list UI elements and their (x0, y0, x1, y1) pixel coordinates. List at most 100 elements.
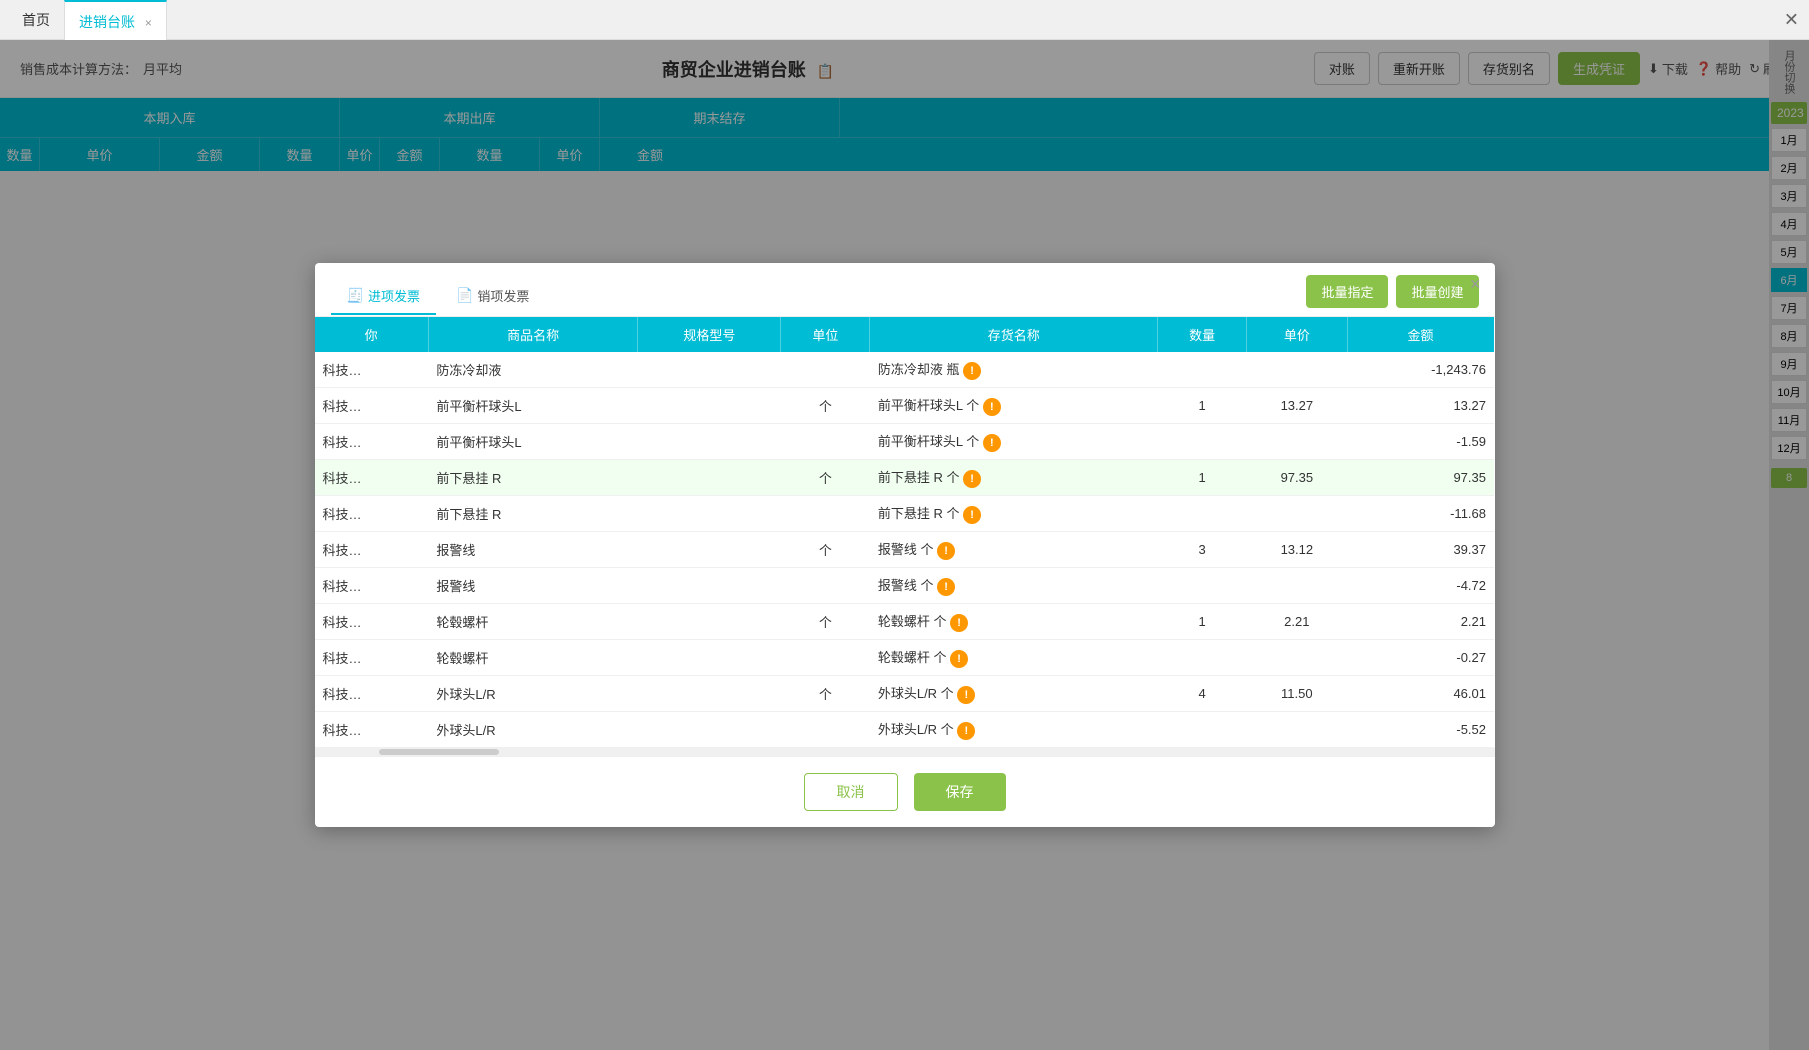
col-unit: 单位 (781, 317, 870, 352)
batch-assign-button[interactable]: 批量指定 (1306, 275, 1388, 308)
cell-inventory: 前平衡杆球头L 个 ! (870, 424, 1158, 460)
cell-unit (781, 424, 870, 460)
cell-inventory: 轮毂螺杆 个 ! (870, 640, 1158, 676)
cell-spec (638, 532, 781, 568)
cell-company: 科技… (315, 460, 429, 496)
table-row[interactable]: 科技… 前下悬挂 R 个 前下悬挂 R 个 ! 1 97.35 97.35 (315, 460, 1495, 496)
cell-quantity (1158, 424, 1247, 460)
col-product: 商品名称 (428, 317, 638, 352)
cell-product: 报警线 (428, 568, 638, 604)
col-quantity: 数量 (1158, 317, 1247, 352)
warning-icon: ! (963, 506, 981, 524)
cell-company: 科技… (315, 604, 429, 640)
cell-unit-price (1247, 640, 1347, 676)
cell-amount: 2.21 (1347, 604, 1494, 640)
cell-spec (638, 460, 781, 496)
tab-home[interactable]: 首页 (8, 0, 64, 40)
cell-spec (638, 388, 781, 424)
tab-ledger[interactable]: 进销台账 × (64, 0, 167, 40)
cell-quantity (1158, 496, 1247, 532)
cell-amount: 46.01 (1347, 676, 1494, 712)
scroll-bar[interactable] (315, 748, 1495, 756)
table-row[interactable]: 科技… 防冻冷却液 防冻冷却液 瓶 ! -1,243.76 (315, 352, 1495, 388)
warning-icon: ! (937, 542, 955, 560)
scroll-thumb (379, 749, 499, 755)
cell-company: 科技… (315, 352, 429, 388)
table-row[interactable]: 科技… 报警线 报警线 个 ! -4.72 (315, 568, 1495, 604)
cell-quantity: 4 (1158, 676, 1247, 712)
warning-icon: ! (963, 362, 981, 380)
tab-purchase-invoice[interactable]: 🧾 进项发票 (331, 278, 436, 315)
cell-quantity (1158, 352, 1247, 388)
cell-inventory: 报警线 个 ! (870, 532, 1158, 568)
cell-unit-price: 13.27 (1247, 388, 1347, 424)
warning-icon: ! (950, 650, 968, 668)
cell-unit-price (1247, 496, 1347, 532)
cell-product: 报警线 (428, 532, 638, 568)
modal-header: 🧾 进项发票 📄 销项发票 批量指定 批量创建 × (315, 263, 1495, 317)
cell-unit-price (1247, 568, 1347, 604)
cell-unit (781, 496, 870, 532)
cell-quantity: 3 (1158, 532, 1247, 568)
table-row[interactable]: 科技… 前平衡杆球头L 个 前平衡杆球头L 个 ! 1 13.27 13.27 (315, 388, 1495, 424)
cell-unit (781, 640, 870, 676)
cell-inventory: 外球头L/R 个 ! (870, 676, 1158, 712)
cell-company: 科技… (315, 496, 429, 532)
cell-quantity (1158, 640, 1247, 676)
warning-icon: ! (963, 470, 981, 488)
table-header-row: 你 商品名称 规格型号 单位 存货名称 数量 单价 金额 (315, 317, 1495, 352)
invoice-out-icon: 📄 (456, 287, 473, 304)
col-company: 你 (315, 317, 429, 352)
batch-create-button[interactable]: 批量创建 (1396, 275, 1478, 308)
table-row[interactable]: 科技… 轮毂螺杆 轮毂螺杆 个 ! -0.27 (315, 640, 1495, 676)
invoice-table: 你 商品名称 规格型号 单位 存货名称 数量 单价 金额 科技… 防冻冷却液 (315, 317, 1495, 748)
modal-table-container[interactable]: 你 商品名称 规格型号 单位 存货名称 数量 单价 金额 科技… 防冻冷却液 (315, 317, 1495, 748)
cell-amount: -1,243.76 (1347, 352, 1494, 388)
warning-icon: ! (950, 614, 968, 632)
cell-company: 科技… (315, 532, 429, 568)
tab-sales-invoice[interactable]: 📄 销项发票 (440, 278, 545, 315)
cell-product: 轮毂螺杆 (428, 604, 638, 640)
modal-close-button[interactable]: × (1470, 275, 1481, 293)
cell-product: 前平衡杆球头L (428, 388, 638, 424)
cell-company: 科技… (315, 712, 429, 748)
cell-amount: -1.59 (1347, 424, 1494, 460)
table-row[interactable]: 科技… 外球头L/R 外球头L/R 个 ! -5.52 (315, 712, 1495, 748)
cell-product: 外球头L/R (428, 676, 638, 712)
table-row[interactable]: 科技… 报警线 个 报警线 个 ! 3 13.12 39.37 (315, 532, 1495, 568)
table-row[interactable]: 科技… 轮毂螺杆 个 轮毂螺杆 个 ! 1 2.21 2.21 (315, 604, 1495, 640)
main-area: 销售成本计算方法： 月平均 商贸企业进销台账 📋 对账 重新开账 存货别名 生成… (0, 40, 1809, 1050)
cell-amount: -11.68 (1347, 496, 1494, 532)
cell-quantity: 1 (1158, 388, 1247, 424)
cell-company: 科技… (315, 568, 429, 604)
cell-inventory: 防冻冷却液 瓶 ! (870, 352, 1158, 388)
warning-icon: ! (983, 398, 1001, 416)
modal-action-buttons: 批量指定 批量创建 (1306, 275, 1478, 316)
cell-quantity: 1 (1158, 460, 1247, 496)
cell-unit: 个 (781, 532, 870, 568)
cell-amount: 13.27 (1347, 388, 1494, 424)
cell-company: 科技… (315, 676, 429, 712)
col-unit-price: 单价 (1247, 317, 1347, 352)
cell-inventory: 报警线 个 ! (870, 568, 1158, 604)
table-row[interactable]: 科技… 外球头L/R 个 外球头L/R 个 ! 4 11.50 46.01 (315, 676, 1495, 712)
cell-company: 科技… (315, 388, 429, 424)
window-close-button[interactable]: ✕ (1784, 9, 1799, 30)
cell-inventory: 轮毂螺杆 个 ! (870, 604, 1158, 640)
tab-close-ledger[interactable]: × (145, 16, 152, 30)
cell-spec (638, 676, 781, 712)
cell-unit (781, 568, 870, 604)
table-row[interactable]: 科技… 前下悬挂 R 前下悬挂 R 个 ! -11.68 (315, 496, 1495, 532)
table-row[interactable]: 科技… 前平衡杆球头L 前平衡杆球头L 个 ! -1.59 (315, 424, 1495, 460)
cell-unit: 个 (781, 604, 870, 640)
cell-quantity (1158, 568, 1247, 604)
cell-product: 前下悬挂 R (428, 496, 638, 532)
invoice-in-icon: 🧾 (347, 287, 364, 304)
col-amount: 金额 (1347, 317, 1494, 352)
save-button[interactable]: 保存 (914, 773, 1006, 811)
tab-bar: 首页 进销台账 × ✕ (0, 0, 1809, 40)
warning-icon: ! (983, 434, 1001, 452)
cell-inventory: 前下悬挂 R 个 ! (870, 460, 1158, 496)
cancel-button[interactable]: 取消 (804, 773, 898, 811)
cell-company: 科技… (315, 424, 429, 460)
